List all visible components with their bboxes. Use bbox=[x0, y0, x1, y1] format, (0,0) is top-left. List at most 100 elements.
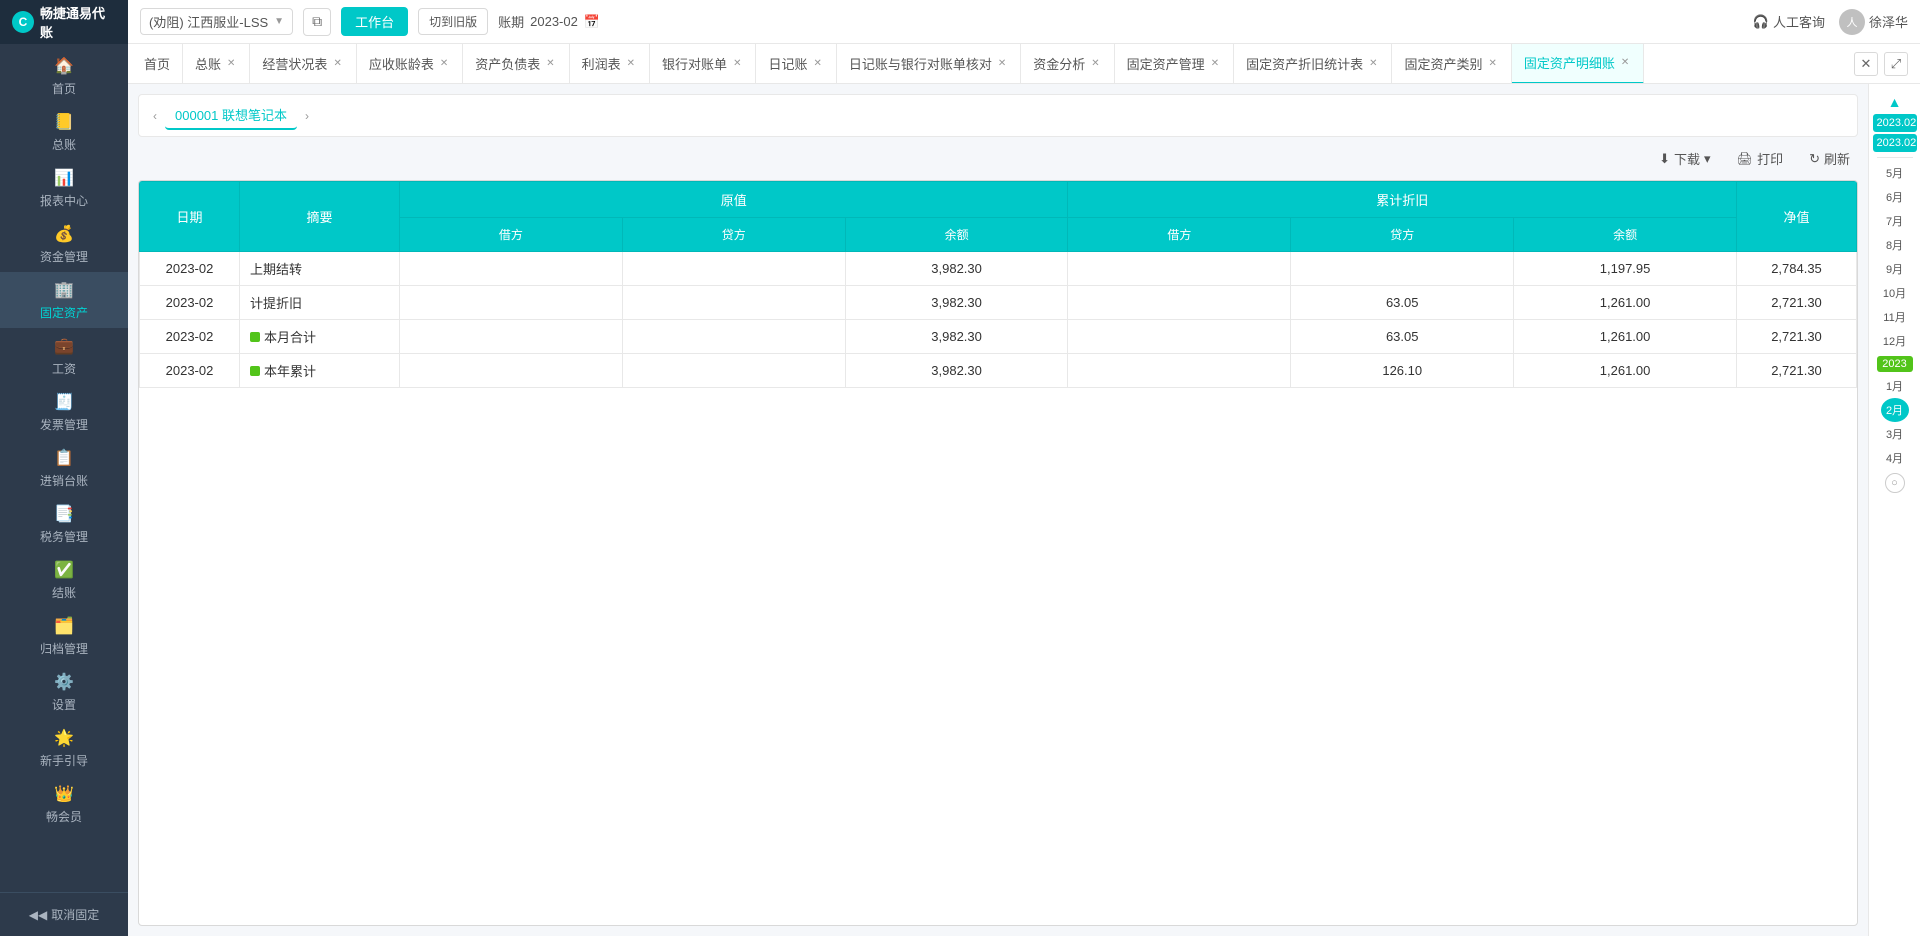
switch-old-button[interactable]: 切到旧版 bbox=[418, 8, 488, 35]
tab-close-icon[interactable]: ✕ bbox=[731, 57, 743, 70]
sub-tab-prev-icon[interactable]: ‹ bbox=[149, 107, 161, 125]
sidebar-item-label: 资金管理 bbox=[40, 248, 88, 265]
tab-close-icon[interactable]: ✕ bbox=[1619, 56, 1631, 69]
date-nav-month-4[interactable]: 4月 bbox=[1869, 446, 1920, 470]
tab-asset-depreciation-stats[interactable]: 固定资产折旧统计表 ✕ bbox=[1234, 44, 1392, 84]
cell-date: 2023-02 bbox=[140, 286, 240, 320]
date-nav-month-5[interactable]: 5月 bbox=[1869, 161, 1920, 185]
account-period-value: 2023-02 bbox=[530, 14, 578, 29]
tab-close-icon[interactable]: ✕ bbox=[544, 57, 556, 70]
date-nav-month-7[interactable]: 7月 bbox=[1869, 209, 1920, 233]
calendar-icon[interactable]: 📅 bbox=[584, 14, 600, 30]
tab-label: 应收账龄表 bbox=[369, 54, 434, 73]
tab-label: 首页 bbox=[144, 54, 170, 73]
sidebar-item-label: 发票管理 bbox=[40, 416, 88, 433]
tab-balance-sheet[interactable]: 资产负债表 ✕ bbox=[463, 44, 569, 84]
maximize-button[interactable]: ⤢ bbox=[1884, 52, 1908, 76]
date-nav-month-8[interactable]: 8月 bbox=[1869, 233, 1920, 257]
sidebar-item-salary[interactable]: 💼 工资 bbox=[0, 328, 128, 384]
date-nav-year-2023-label[interactable]: 2023.02 bbox=[1873, 114, 1917, 132]
tab-label: 固定资产管理 bbox=[1127, 54, 1205, 73]
tab-close-icon[interactable]: ✕ bbox=[1487, 57, 1499, 70]
tab-close-icon[interactable]: ✕ bbox=[225, 57, 237, 70]
tab-close-icon[interactable]: ✕ bbox=[625, 57, 637, 70]
closing-icon: ✅ bbox=[54, 560, 74, 580]
col-date: 日期 bbox=[140, 182, 240, 252]
close-all-tabs-button[interactable]: ✕ bbox=[1854, 52, 1878, 76]
date-nav-year-badge[interactable]: 2023 bbox=[1877, 356, 1913, 372]
sidebar-item-settings[interactable]: ⚙️ 设置 bbox=[0, 664, 128, 720]
sidebar-item-archive[interactable]: 🗂️ 归档管理 bbox=[0, 608, 128, 664]
tab-close-icon[interactable]: ✕ bbox=[996, 57, 1008, 70]
sidebar-item-label: 报表中心 bbox=[40, 192, 88, 209]
sidebar-item-funds[interactable]: 💰 资金管理 bbox=[0, 216, 128, 272]
sidebar-item-ledger[interactable]: 📒 总账 bbox=[0, 104, 128, 160]
download-button[interactable]: ⬇ 下载 ▾ bbox=[1651, 145, 1718, 172]
home-icon: 🏠 bbox=[54, 56, 74, 76]
tab-close-icon[interactable]: ✕ bbox=[811, 57, 823, 70]
cell-depr-debit bbox=[1068, 354, 1291, 388]
tab-management-status[interactable]: 经营状况表 ✕ bbox=[250, 44, 356, 84]
user-profile[interactable]: 人 徐泽华 bbox=[1839, 9, 1908, 35]
print-button[interactable]: 🖨 打印 bbox=[1729, 145, 1792, 172]
tab-close-icon[interactable]: ✕ bbox=[1089, 57, 1101, 70]
sidebar-item-fixed-assets[interactable]: 🏢 固定资产 bbox=[0, 272, 128, 328]
sidebar-item-home[interactable]: 🏠 首页 bbox=[0, 48, 128, 104]
work-table-button[interactable]: 工作台 bbox=[341, 7, 408, 36]
date-nav-month-1[interactable]: 1月 bbox=[1869, 374, 1920, 398]
tab-ledger[interactable]: 总账 ✕ bbox=[183, 44, 250, 84]
sub-tab-asset[interactable]: 000001 联想笔记本 bbox=[165, 101, 297, 130]
human-service-btn[interactable]: 🎧 人工客询 bbox=[1753, 12, 1825, 31]
date-nav-month-11[interactable]: 11月 bbox=[1869, 305, 1920, 329]
tab-label: 资金分析 bbox=[1033, 54, 1085, 73]
fixed-assets-icon: 🏢 bbox=[54, 280, 74, 300]
tab-journal[interactable]: 日记账 ✕ bbox=[756, 44, 836, 84]
sidebar-item-reports[interactable]: 📊 报表中心 bbox=[0, 160, 128, 216]
tab-bank-statement[interactable]: 银行对账单 ✕ bbox=[650, 44, 756, 84]
print-label: 打印 bbox=[1757, 149, 1783, 168]
sidebar-item-closing[interactable]: ✅ 结账 bbox=[0, 552, 128, 608]
tab-profit[interactable]: 利润表 ✕ bbox=[570, 44, 650, 84]
tab-close-icon[interactable]: ✕ bbox=[1367, 57, 1379, 70]
sidebar-item-invoice[interactable]: 🧾 发票管理 bbox=[0, 384, 128, 440]
user-name: 徐泽华 bbox=[1869, 12, 1908, 31]
date-nav-month-6[interactable]: 6月 bbox=[1869, 185, 1920, 209]
sidebar-item-label: 工资 bbox=[52, 360, 76, 377]
date-nav-year-2023-label2[interactable]: 2023.02 bbox=[1873, 134, 1917, 152]
copy-button[interactable]: ⧉ bbox=[303, 8, 331, 36]
tab-asset-mgmt[interactable]: 固定资产管理 ✕ bbox=[1115, 44, 1234, 84]
date-nav-circle[interactable]: ○ bbox=[1885, 473, 1905, 493]
funds-icon: 💰 bbox=[54, 224, 74, 244]
tab-ar-aging[interactable]: 应收账龄表 ✕ bbox=[357, 44, 463, 84]
sidebar-item-sales[interactable]: 📋 进销台账 bbox=[0, 440, 128, 496]
date-nav-month-10[interactable]: 10月 bbox=[1869, 281, 1920, 305]
cell-summary: 本年累计 bbox=[240, 354, 400, 388]
unpin-button[interactable]: ◀◀ 取消固定 bbox=[0, 892, 128, 936]
date-nav-month-9[interactable]: 9月 bbox=[1869, 257, 1920, 281]
tab-close-icon[interactable]: ✕ bbox=[438, 57, 450, 70]
tab-label: 资产负债表 bbox=[475, 54, 540, 73]
sidebar-item-guide[interactable]: 🌟 新手引导 bbox=[0, 720, 128, 776]
company-selector[interactable]: (劝阻) 江西服业-LSS ▼ bbox=[140, 8, 293, 35]
tab-home[interactable]: 首页 bbox=[132, 44, 183, 84]
date-nav-month-2-active[interactable]: 2月 bbox=[1881, 398, 1909, 422]
date-nav-month-12[interactable]: 12月 bbox=[1869, 329, 1920, 353]
date-nav-month-3[interactable]: 3月 bbox=[1869, 422, 1920, 446]
date-navigator: ▲ 2023.02 2023.02 5月 6月 7月 8月 9月 10月 11月… bbox=[1868, 84, 1920, 936]
tab-asset-detail[interactable]: 固定资产明细账 ✕ bbox=[1512, 44, 1644, 84]
tab-close-icon[interactable]: ✕ bbox=[331, 57, 343, 70]
left-arrow-icon: ◀◀ bbox=[29, 908, 47, 922]
sidebar-item-tax[interactable]: 📑 税务管理 bbox=[0, 496, 128, 552]
sidebar-item-vip[interactable]: 👑 畅会员 bbox=[0, 776, 128, 832]
date-nav-scroll-up[interactable]: ▲ bbox=[1888, 90, 1902, 114]
tab-asset-category[interactable]: 固定资产类别 ✕ bbox=[1392, 44, 1511, 84]
company-name: (劝阻) 江西服业-LSS bbox=[149, 12, 268, 31]
tab-close-icon[interactable]: ✕ bbox=[1209, 57, 1221, 70]
cell-summary: 上期结转 bbox=[240, 252, 400, 286]
tab-fund-analysis[interactable]: 资金分析 ✕ bbox=[1021, 44, 1114, 84]
col-depr-balance: 余额 bbox=[1514, 218, 1737, 252]
tab-journal-reconcile[interactable]: 日记账与银行对账单核对 ✕ bbox=[837, 44, 1021, 84]
sub-tab-next-icon[interactable]: › bbox=[301, 107, 313, 125]
refresh-button[interactable]: ↻ 刷新 bbox=[1801, 145, 1858, 172]
cell-orig-debit bbox=[400, 252, 623, 286]
